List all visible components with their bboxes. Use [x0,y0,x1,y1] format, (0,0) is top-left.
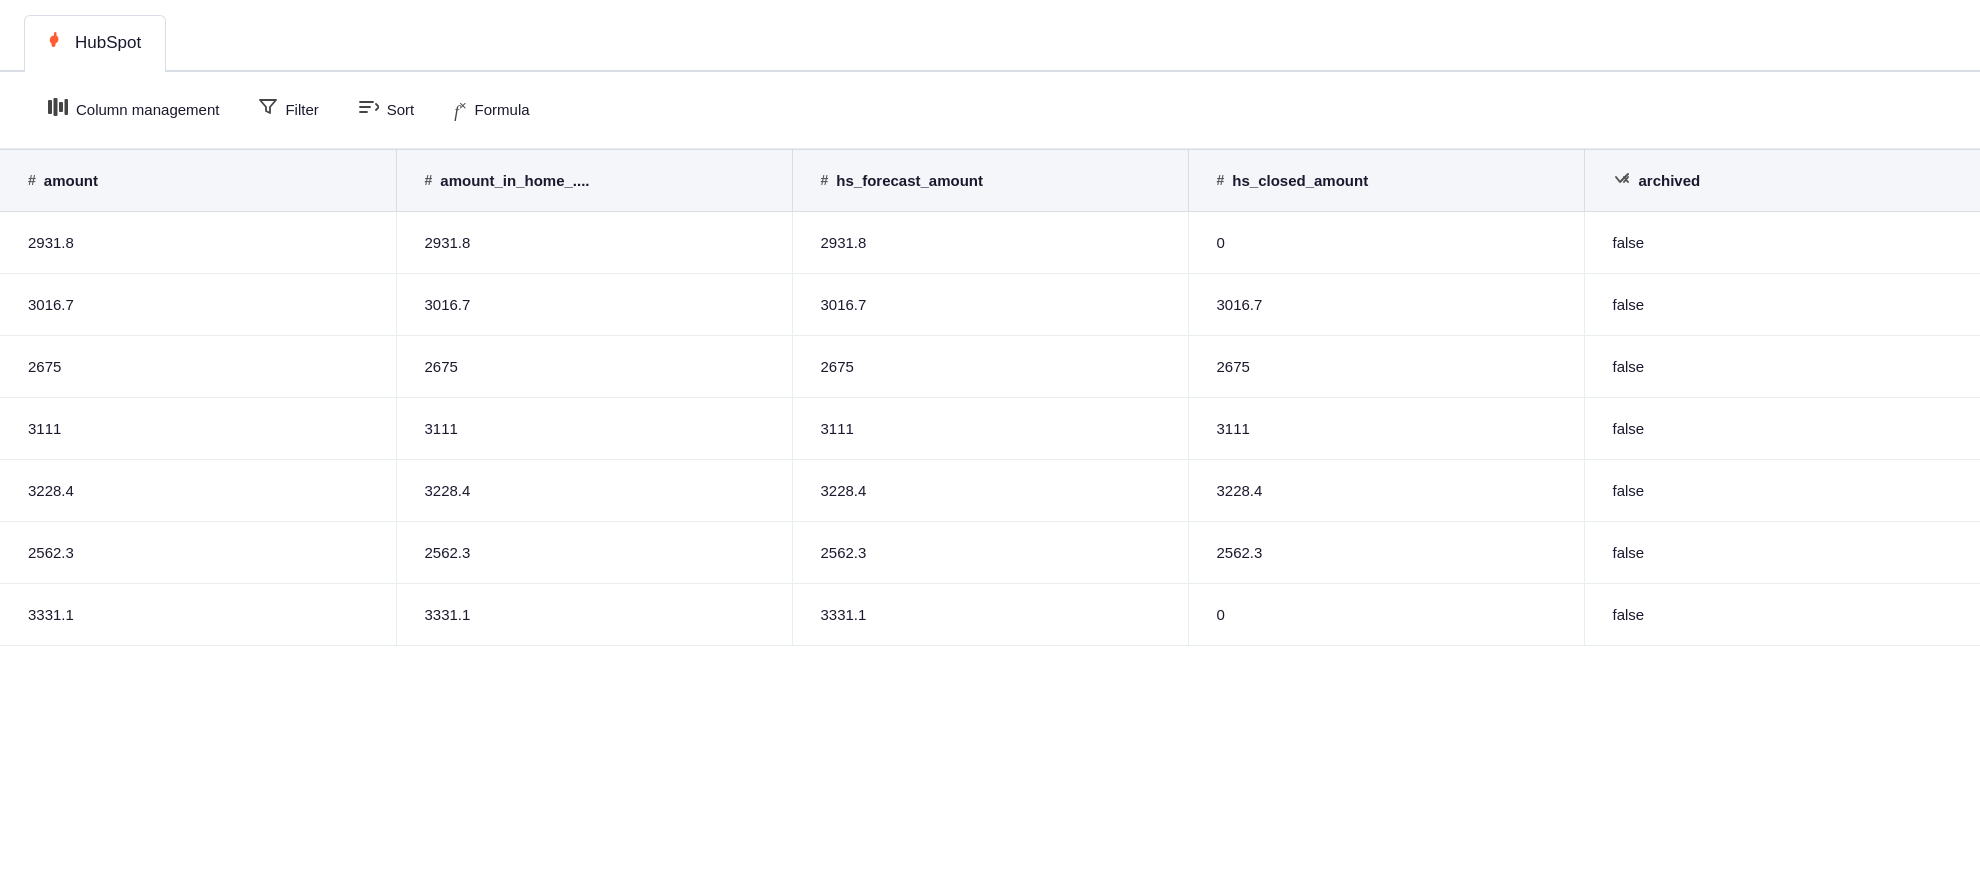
sort-icon [359,98,379,121]
table-row: 2562.32562.32562.32562.3false [0,521,1980,583]
cell-archived-4: false [1584,459,1980,521]
svg-rect-2 [54,98,58,116]
hash-icon-amount-home: # [425,172,433,188]
filter-button[interactable]: Filter [239,90,338,129]
cell-amount_in_home-0: 2931.8 [396,211,792,273]
cell-amount_in_home-1: 3016.7 [396,273,792,335]
tab-bar: HubSpot [0,0,1980,72]
col-label-closed: hs_closed_amount [1232,172,1368,189]
cell-amount-4: 3228.4 [0,459,396,521]
table-row: 3331.13331.13331.10false [0,583,1980,645]
cell-hs_closed_amount-4: 3228.4 [1188,459,1584,521]
table-row: 2931.82931.82931.80false [0,211,1980,273]
cell-amount-6: 3331.1 [0,583,396,645]
filter-label: Filter [285,101,318,118]
cell-hs_forecast_amount-6: 3331.1 [792,583,1188,645]
cell-amount_in_home-2: 2675 [396,335,792,397]
col-label-amount: amount [44,172,98,189]
cell-hs_closed_amount-1: 3016.7 [1188,273,1584,335]
col-label-archived: archived [1639,172,1701,189]
hash-icon-closed: # [1217,172,1225,188]
toolbar: Column management Filter Sort f× Formula [0,72,1980,149]
columns-icon [48,98,68,121]
cell-hs_closed_amount-5: 2562.3 [1188,521,1584,583]
table-row: 3016.73016.73016.73016.7false [0,273,1980,335]
cell-archived-5: false [1584,521,1980,583]
cell-hs_closed_amount-3: 3111 [1188,397,1584,459]
cell-hs_forecast_amount-4: 3228.4 [792,459,1188,521]
col-label-amount-home: amount_in_home_.... [440,172,589,189]
hubspot-tab[interactable]: HubSpot [24,15,166,72]
svg-rect-1 [48,100,52,114]
table-header-row: # amount # amount_in_home_.... # hs_fore… [0,149,1980,211]
formula-icon: f× [454,98,466,122]
cell-amount_in_home-3: 3111 [396,397,792,459]
cell-hs_closed_amount-0: 0 [1188,211,1584,273]
cell-hs_forecast_amount-1: 3016.7 [792,273,1188,335]
filter-icon [259,98,277,121]
cell-archived-3: false [1584,397,1980,459]
cell-hs_forecast_amount-2: 2675 [792,335,1188,397]
tab-label: HubSpot [75,33,141,53]
data-table: # amount # amount_in_home_.... # hs_fore… [0,149,1980,646]
svg-rect-3 [59,102,63,112]
svg-rect-4 [65,99,69,115]
column-management-button[interactable]: Column management [28,90,239,129]
cell-amount_in_home-5: 2562.3 [396,521,792,583]
col-header-closed[interactable]: # hs_closed_amount [1188,149,1584,211]
cell-amount-0: 2931.8 [0,211,396,273]
sort-label: Sort [387,101,415,118]
table-row: 2675267526752675false [0,335,1980,397]
cell-archived-1: false [1584,273,1980,335]
col-label-forecast: hs_forecast_amount [836,172,983,189]
hubspot-logo-icon [41,28,65,58]
formula-label: Formula [475,101,530,118]
cell-hs_closed_amount-6: 0 [1188,583,1584,645]
boolean-icon-archived [1613,172,1631,188]
table-row: 3111311131113111false [0,397,1980,459]
cell-amount-3: 3111 [0,397,396,459]
table-body: 2931.82931.82931.80false3016.73016.73016… [0,211,1980,645]
cell-hs_forecast_amount-5: 2562.3 [792,521,1188,583]
cell-archived-6: false [1584,583,1980,645]
formula-button[interactable]: f× Formula [434,90,549,130]
col-header-archived[interactable]: archived [1584,149,1980,211]
hash-icon-forecast: # [821,172,829,188]
svg-point-0 [53,38,58,43]
column-management-label: Column management [76,101,219,118]
cell-amount_in_home-4: 3228.4 [396,459,792,521]
cell-amount-5: 2562.3 [0,521,396,583]
cell-amount_in_home-6: 3331.1 [396,583,792,645]
data-table-container: # amount # amount_in_home_.... # hs_fore… [0,149,1980,646]
cell-amount-1: 3016.7 [0,273,396,335]
table-row: 3228.43228.43228.43228.4false [0,459,1980,521]
col-header-amount-home[interactable]: # amount_in_home_.... [396,149,792,211]
cell-archived-2: false [1584,335,1980,397]
col-header-amount[interactable]: # amount [0,149,396,211]
cell-hs_forecast_amount-3: 3111 [792,397,1188,459]
cell-hs_forecast_amount-0: 2931.8 [792,211,1188,273]
col-header-forecast[interactable]: # hs_forecast_amount [792,149,1188,211]
cell-hs_closed_amount-2: 2675 [1188,335,1584,397]
hash-icon-amount: # [28,172,36,188]
cell-archived-0: false [1584,211,1980,273]
sort-button[interactable]: Sort [339,90,435,129]
cell-amount-2: 2675 [0,335,396,397]
